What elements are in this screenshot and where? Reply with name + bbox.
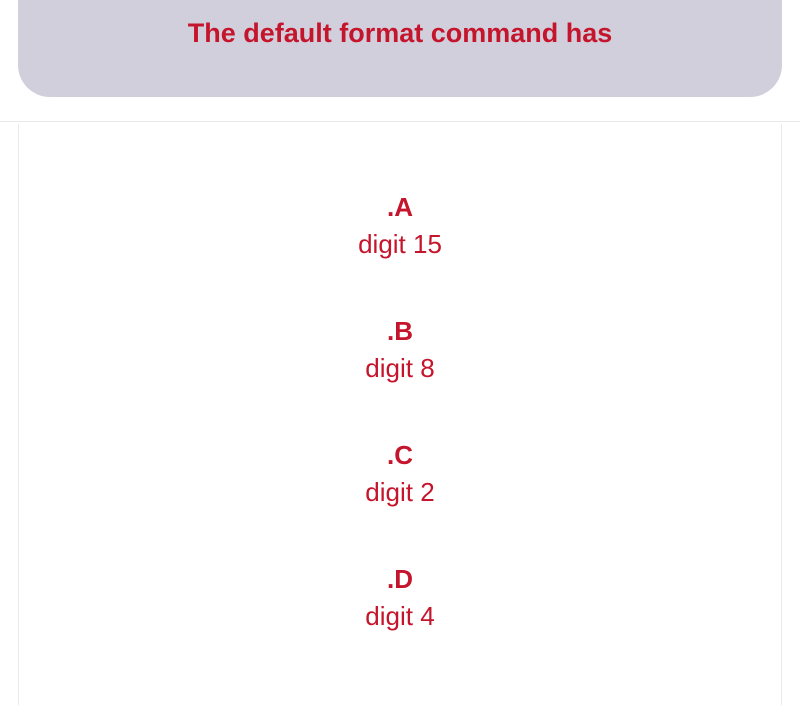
option-a[interactable]: .A digit 15 [0,192,800,260]
option-b-text: digit 8 [0,353,800,384]
option-a-label: .A [0,192,800,223]
option-b[interactable]: .B digit 8 [0,316,800,384]
question-text: The default format command has [18,18,782,49]
option-b-label: .B [0,316,800,347]
options-container: .A digit 15 .B digit 8 .C digit 2 .D dig… [0,122,800,632]
option-d[interactable]: .D digit 4 [0,564,800,632]
option-c-text: digit 2 [0,477,800,508]
border-left [18,124,19,705]
quiz-container: The default format command has .A digit … [0,0,800,705]
option-c[interactable]: .C digit 2 [0,440,800,508]
option-d-text: digit 4 [0,601,800,632]
question-banner: The default format command has [18,0,782,97]
option-c-label: .C [0,440,800,471]
option-d-label: .D [0,564,800,595]
option-a-text: digit 15 [0,229,800,260]
border-right [781,124,782,705]
